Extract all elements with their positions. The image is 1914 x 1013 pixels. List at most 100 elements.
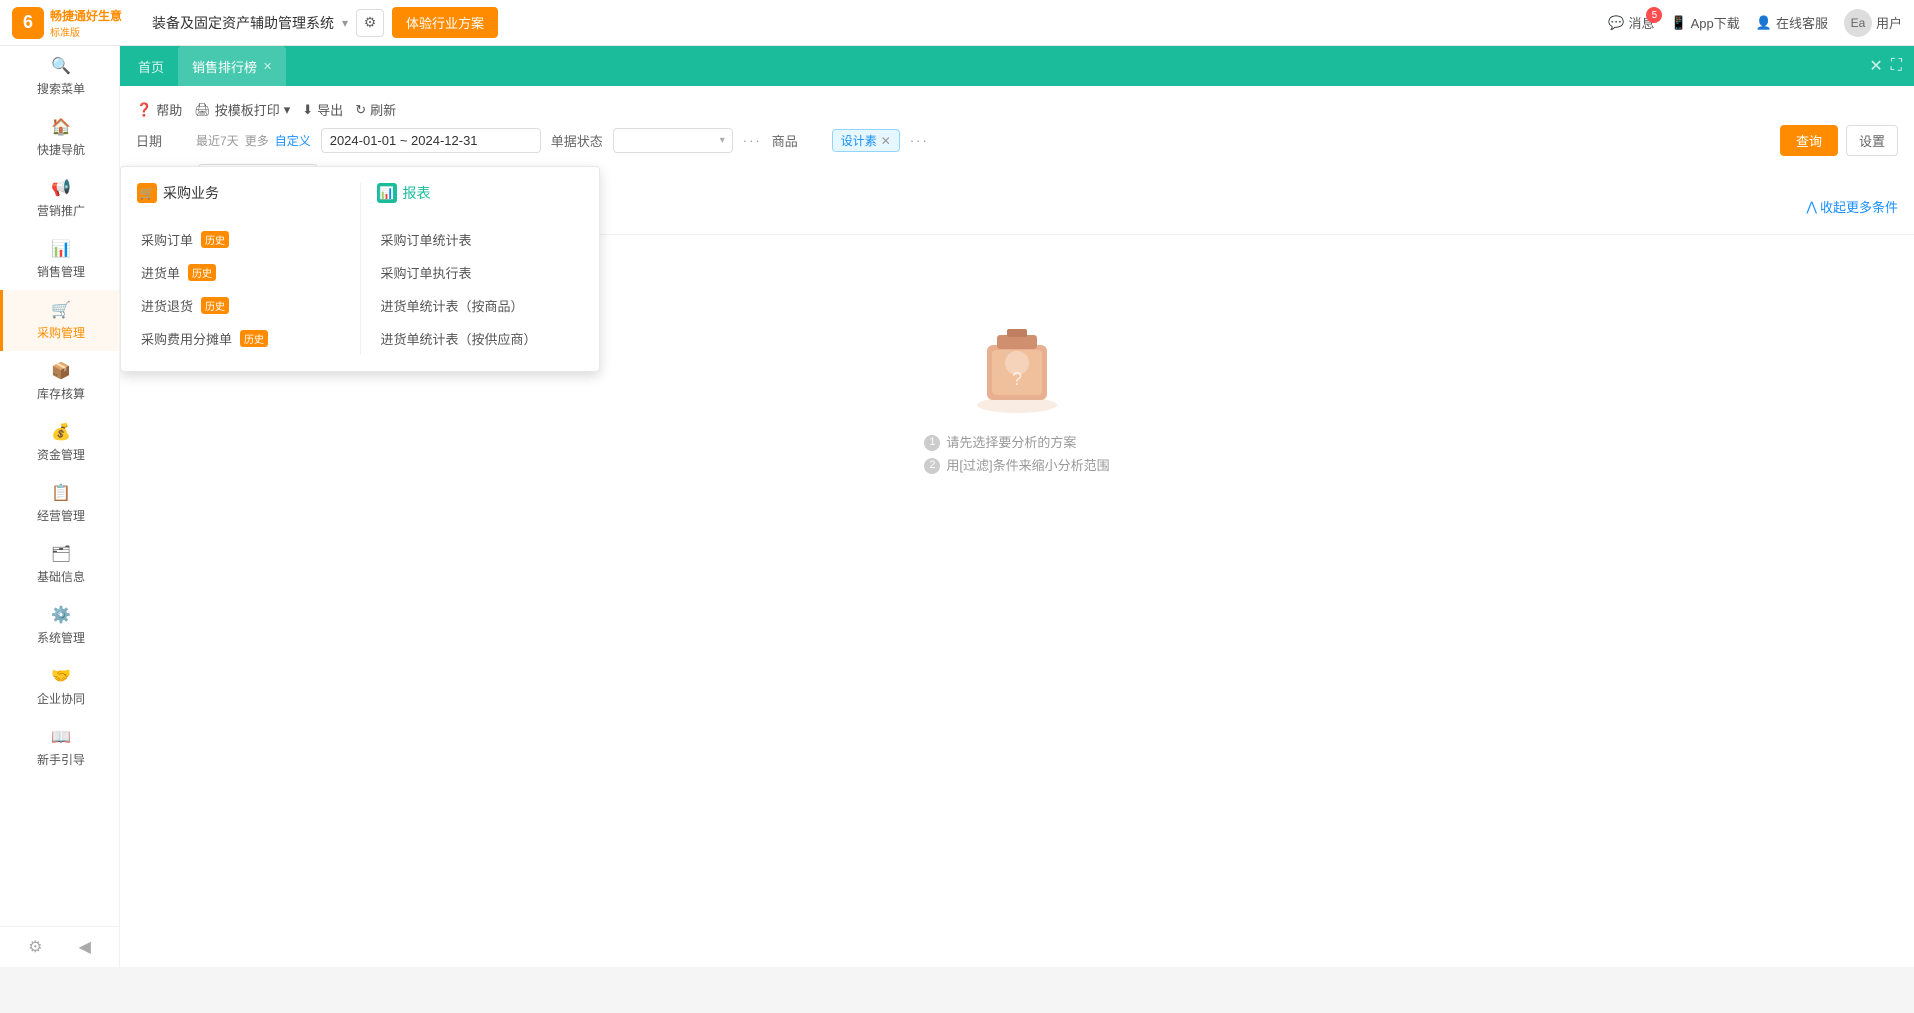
sidebar-item-search[interactable]: 🔍 搜索菜单: [0, 46, 119, 107]
hint-num-1: 1: [924, 435, 940, 451]
sidebar-item-inventory[interactable]: 📦 库存核算: [0, 351, 119, 412]
doc-status-select[interactable]: [613, 128, 733, 153]
goods-tag-remove[interactable]: ✕: [881, 134, 891, 148]
basic-icon: 🗂: [51, 544, 71, 564]
tab-home[interactable]: 首页: [124, 46, 178, 86]
report-menu-section: 📊 报表 采购订单统计表 采购订单执行表 进货单统计表（按商品） 进货单统计表（…: [377, 183, 584, 355]
top-right: 💬 消息 5 📱 App下载 👤 在线客服 Ea 用户: [1608, 9, 1902, 37]
top-center: 装备及固定资产辅助管理系统 ▾ ⚙ 体验行业方案: [132, 7, 1608, 38]
sales-icon: 📊: [51, 239, 71, 259]
empty-svg: ?: [957, 315, 1077, 415]
query-button[interactable]: 查询: [1780, 125, 1838, 156]
online-service-button[interactable]: 👤 在线客服: [1756, 13, 1828, 32]
export-button[interactable]: ⬇ 导出: [302, 100, 343, 119]
hint-item-1: 1 请先选择要分析的方案: [924, 431, 1109, 454]
filter-actions: 查询 设置: [1780, 125, 1898, 156]
custom-date-btn[interactable]: 自定义: [275, 132, 311, 149]
user-button[interactable]: Ea 用户: [1844, 9, 1902, 37]
sidebar-item-basic[interactable]: 🗂 基础信息: [0, 534, 119, 595]
goods-label: 商品: [772, 131, 822, 150]
report-section-icon: 📊: [377, 183, 397, 203]
sidebar-item-marketing[interactable]: 📢 营销推广: [0, 168, 119, 229]
logo-text: 畅捷通好生意 标准版: [50, 7, 122, 39]
operation-icon: 📋: [51, 483, 71, 503]
print-dropdown-icon[interactable]: ▾: [284, 102, 291, 118]
message-icon: 💬: [1608, 15, 1624, 31]
gear-button[interactable]: ⚙: [356, 9, 384, 37]
menu-divider: [360, 183, 361, 355]
export-icon: ⬇: [302, 102, 313, 118]
guide-icon: 📖: [51, 727, 71, 747]
marketing-icon: 📢: [51, 178, 71, 198]
date-label: 日期: [136, 131, 186, 150]
content-area: 🛒 采购业务 采购订单 历史 进货单 历史 进货退货 历史: [120, 86, 1914, 967]
refresh-icon: ↻: [355, 102, 366, 118]
menu-item-purchase-order-exec[interactable]: 采购订单执行表: [377, 256, 584, 289]
sidebar-item-nav[interactable]: 🏠 快捷导航: [0, 107, 119, 168]
menu-item-inbound[interactable]: 进货单 历史: [137, 256, 344, 289]
main-content: 首页 销售排行榜 ✕ ✕ ⛶ 🛒 采购业务: [120, 46, 1914, 967]
date-options: 最近7天 更多 自定义: [196, 132, 311, 149]
date-input[interactable]: [321, 128, 541, 153]
top-bar: 6 畅捷通好生意 标准版 装备及固定资产辅助管理系统 ▾ ⚙ 体验行业方案 💬 …: [0, 0, 1914, 46]
system-icon: ⚙️: [51, 605, 71, 625]
tab-right-buttons: ✕ ⛶: [1869, 56, 1910, 76]
sidebar-item-guide[interactable]: 📖 新手引导: [0, 717, 119, 778]
capital-icon: 💰: [51, 422, 71, 442]
maximize-icon[interactable]: ⛶: [1891, 57, 1902, 75]
menu-item-purchase-order[interactable]: 采购订单 历史: [137, 223, 344, 256]
home-icon: 🏠: [51, 117, 71, 137]
purchase-menu-section: 🛒 采购业务 采购订单 历史 进货单 历史 进货退货 历史: [137, 183, 344, 355]
doc-status-wrapper: ▾: [613, 128, 733, 153]
tab-sales-rank[interactable]: 销售排行榜 ✕: [178, 46, 286, 86]
refresh-button[interactable]: ↻ 刷新: [355, 100, 396, 119]
industry-button[interactable]: 体验行业方案: [392, 7, 498, 38]
sidebar-item-system[interactable]: ⚙️ 系统管理: [0, 595, 119, 656]
filter-toolbar: ❓ 帮助 🖨 按模板打印 ▾ ⬇ 导出 ↻ 刷新: [136, 94, 1898, 125]
menu-item-purchase-order-stat[interactable]: 采购订单统计表: [377, 223, 584, 256]
sidebar: 🔍 搜索菜单 🏠 快捷导航 📢 营销推广 📊 销售管理 🛒 采购管理 📦 库存核…: [0, 46, 120, 967]
menu-item-inbound-return[interactable]: 进货退货 历史: [137, 289, 344, 322]
empty-illustration: ?: [957, 315, 1077, 415]
hint-num-2: 2: [924, 458, 940, 474]
sidebar-item-operation[interactable]: 📋 经营管理: [0, 473, 119, 534]
setting-button[interactable]: 设置: [1846, 125, 1898, 156]
layout: 🔍 搜索菜单 🏠 快捷导航 📢 营销推广 📊 销售管理 🛒 采购管理 📦 库存核…: [0, 46, 1914, 967]
menu-item-inbound-stat-supplier[interactable]: 进货单统计表（按供应商）: [377, 322, 584, 355]
dropdown-arrow-icon[interactable]: ▾: [342, 16, 348, 30]
menu-item-purchase-cost[interactable]: 采购费用分摊单 历史: [137, 322, 344, 355]
avatar: Ea: [1844, 9, 1872, 37]
sidebar-item-purchase[interactable]: 🛒 采购管理: [0, 290, 119, 351]
sidebar-item-corp[interactable]: 🤝 企业协同: [0, 656, 119, 717]
filter-row-1: 日期 最近7天 更多 自定义 单据状态 ▾ ···: [136, 125, 1898, 156]
print-button[interactable]: 🖨 按模板打印 ▾: [194, 100, 290, 119]
sidebar-item-sales[interactable]: 📊 销售管理: [0, 229, 119, 290]
doc-status-label: 单据状态: [551, 131, 603, 150]
settings-button[interactable]: ⚙: [28, 937, 42, 957]
logo-area: 6 畅捷通好生意 标准版: [12, 7, 132, 39]
message-button[interactable]: 💬 消息 5: [1608, 13, 1654, 32]
purchase-section-title: 🛒 采购业务: [137, 183, 344, 211]
menu-item-inbound-stat-goods[interactable]: 进货单统计表（按商品）: [377, 289, 584, 322]
system-title: 装备及固定资产辅助管理系统: [152, 13, 334, 33]
collapse-sidebar-button[interactable]: ◀: [79, 937, 91, 957]
app-download-button[interactable]: 📱 App下载: [1670, 13, 1739, 32]
help-button[interactable]: ❓ 帮助: [136, 100, 182, 119]
sidebar-bottom: ⚙ ◀: [0, 926, 119, 967]
goods-more[interactable]: ···: [910, 133, 929, 148]
goods-tag: 设计素 ✕: [832, 129, 900, 152]
empty-hints: 1 请先选择要分析的方案 2 用[过滤]条件来缩小分析范围: [924, 431, 1109, 478]
sidebar-item-capital[interactable]: 💰 资金管理: [0, 412, 119, 473]
svg-text:?: ?: [1012, 369, 1022, 389]
collapse-button[interactable]: ⋀ 收起更多条件: [1806, 197, 1898, 216]
service-icon: 👤: [1756, 15, 1772, 31]
purchase-section-icon: 🛒: [137, 183, 157, 203]
tab-bar: 首页 销售排行榜 ✕ ✕ ⛶: [120, 46, 1914, 86]
close-tab-icon[interactable]: ✕: [1869, 56, 1882, 76]
tab-close-icon[interactable]: ✕: [263, 60, 272, 73]
doc-status-more[interactable]: ···: [743, 133, 762, 148]
purchase-icon: 🛒: [51, 300, 71, 320]
help-icon: ❓: [136, 102, 152, 118]
app-icon: 📱: [1670, 15, 1686, 31]
inventory-icon: 📦: [51, 361, 71, 381]
